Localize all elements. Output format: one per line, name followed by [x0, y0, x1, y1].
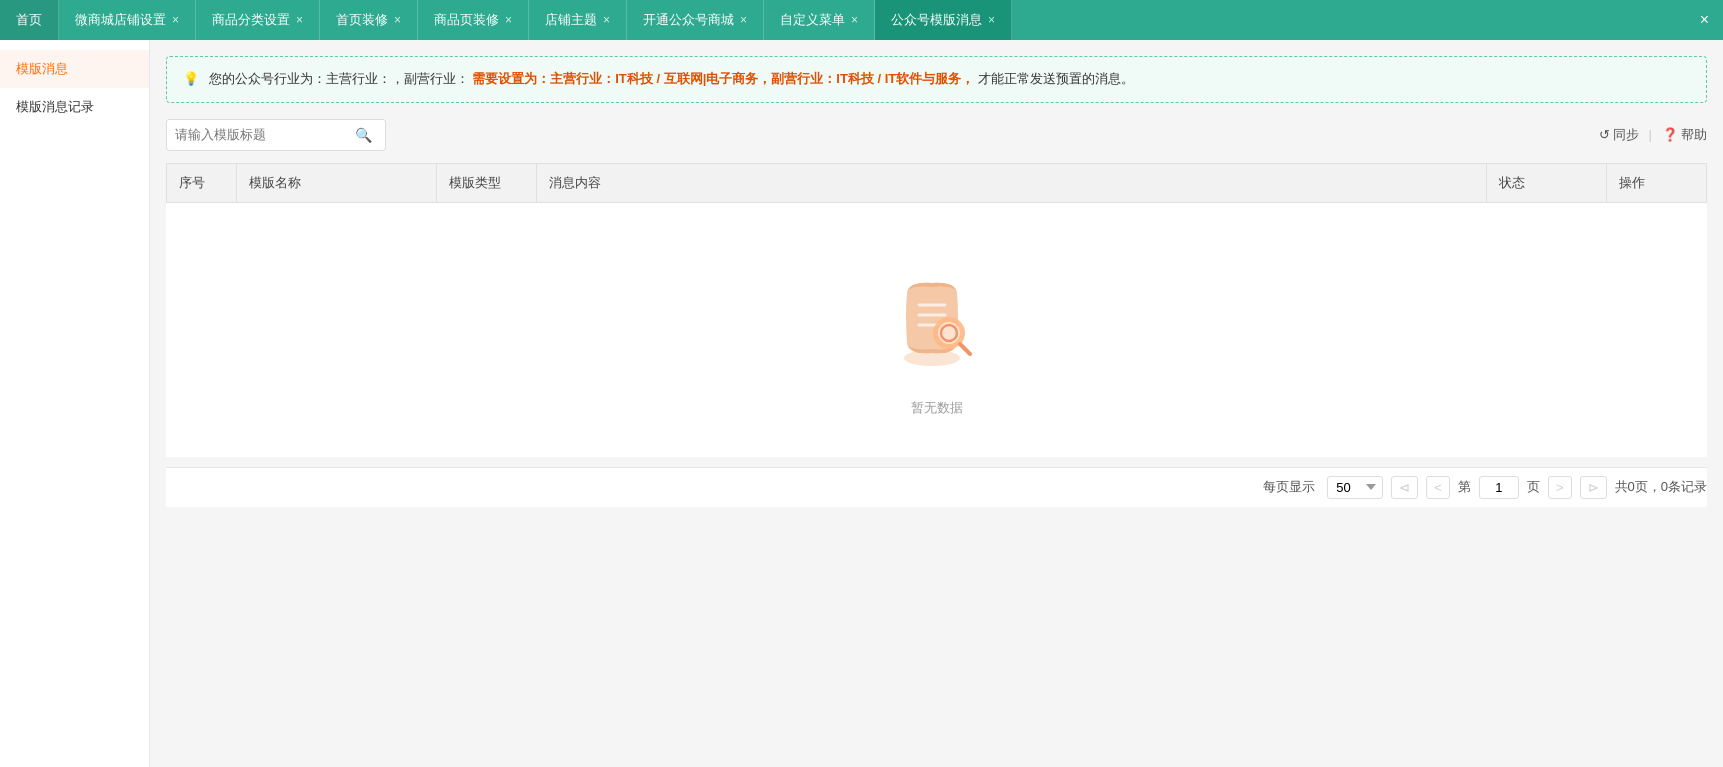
tab-bar: 首页 微商城店铺设置 × 商品分类设置 × 首页装修 × 商品页装修 × 店铺主… — [0, 0, 1723, 40]
notice-box: 💡 您的公众号行业为：主营行业：，副营行业： 需要设置为：主营行业：IT科技 /… — [166, 56, 1707, 103]
empty-text: 暂无数据 — [167, 399, 1707, 417]
search-actions: ↺ 同步 | ❓ 帮助 — [1599, 126, 1707, 144]
notice-suffix: 才能正常发送预置的消息。 — [978, 71, 1134, 86]
per-page-select[interactable]: 50 10 20 100 — [1327, 476, 1383, 499]
tab-template-msg[interactable]: 公众号模版消息 × — [875, 0, 1012, 40]
close-icon[interactable]: × — [394, 13, 401, 27]
col-name: 模版名称 — [237, 163, 437, 202]
tab-label: 公众号模版消息 — [891, 11, 982, 29]
tab-home[interactable]: 首页 — [0, 0, 59, 40]
tab-label: 微商城店铺设置 — [75, 11, 166, 29]
tab-product-decor[interactable]: 商品页装修 × — [418, 0, 529, 40]
col-content: 消息内容 — [537, 163, 1487, 202]
sidebar-item-template-msg[interactable]: 模版消息 — [0, 50, 149, 88]
data-table: 序号 模版名称 模版类型 消息内容 状态 操作 — [166, 163, 1707, 457]
notice-prefix: 您的公众号行业为：主营行业：，副营行业： — [209, 71, 469, 86]
main-layout: 模版消息 模版消息记录 💡 您的公众号行业为：主营行业：，副营行业： 需要设置为… — [0, 40, 1723, 767]
tab-label: 首页 — [16, 11, 42, 29]
col-type: 模版类型 — [437, 163, 537, 202]
close-icon[interactable]: × — [851, 13, 858, 27]
empty-icon — [877, 263, 997, 383]
table-container: 序号 模版名称 模版类型 消息内容 状态 操作 — [166, 163, 1707, 457]
tab-product-category[interactable]: 商品分类设置 × — [196, 0, 320, 40]
per-page-label: 每页显示 — [1263, 478, 1315, 496]
close-icon[interactable]: × — [296, 13, 303, 27]
help-icon: ❓ — [1662, 127, 1678, 142]
search-input[interactable] — [175, 127, 355, 142]
notice-icon: 💡 — [183, 71, 199, 86]
notice-highlight: 需要设置为：主营行业：IT科技 / 互联网|电子商务，副营行业：IT科技 / I… — [472, 71, 974, 86]
sidebar-item-template-record[interactable]: 模版消息记录 — [0, 88, 149, 126]
content-area: 💡 您的公众号行业为：主营行业：，副营行业： 需要设置为：主营行业：IT科技 /… — [150, 40, 1723, 767]
tab-label: 商品分类设置 — [212, 11, 290, 29]
search-input-wrap: 🔍 — [166, 119, 386, 151]
col-action: 操作 — [1607, 163, 1707, 202]
tab-home-decor[interactable]: 首页装修 × — [320, 0, 418, 40]
help-label: 帮助 — [1681, 126, 1707, 144]
tab-store-theme[interactable]: 店铺主题 × — [529, 0, 627, 40]
table-scroll[interactable]: 序号 模版名称 模版类型 消息内容 状态 操作 — [166, 163, 1707, 457]
tab-label: 自定义菜单 — [780, 11, 845, 29]
close-icon[interactable]: × — [988, 13, 995, 27]
close-icon[interactable]: × — [505, 13, 512, 27]
sidebar: 模版消息 模版消息记录 — [0, 40, 150, 767]
first-page-button[interactable]: ⊲ — [1391, 476, 1418, 499]
search-bar: 🔍 ↺ 同步 | ❓ 帮助 — [166, 119, 1707, 151]
last-page-button[interactable]: ⊳ — [1580, 476, 1607, 499]
sync-label: 同步 — [1613, 126, 1639, 144]
search-icon[interactable]: 🔍 — [355, 127, 372, 143]
close-all-button[interactable]: × — [1686, 0, 1723, 40]
close-icon[interactable]: × — [172, 13, 179, 27]
col-seq: 序号 — [167, 163, 237, 202]
tab-label: 店铺主题 — [545, 11, 597, 29]
divider: | — [1649, 127, 1652, 142]
svg-line-6 — [960, 344, 970, 354]
prev-page-button[interactable]: < — [1426, 476, 1450, 499]
next-page-button[interactable]: > — [1548, 476, 1572, 499]
empty-state: 暂无数据 — [167, 203, 1707, 457]
col-status: 状态 — [1487, 163, 1607, 202]
sync-button[interactable]: ↺ 同步 — [1599, 126, 1639, 144]
tab-label: 首页装修 — [336, 11, 388, 29]
tab-label: 开通公众号商城 — [643, 11, 734, 29]
sync-icon: ↺ — [1599, 127, 1610, 142]
close-icon[interactable]: × — [603, 13, 610, 27]
pagination-bar: 每页显示 50 10 20 100 ⊲ < 第 页 > ⊳ 共0页，0条记录 — [166, 467, 1707, 507]
help-button[interactable]: ❓ 帮助 — [1662, 126, 1707, 144]
close-icon[interactable]: × — [740, 13, 747, 27]
page-label: 第 — [1458, 478, 1471, 496]
tab-open-mall[interactable]: 开通公众号商城 × — [627, 0, 764, 40]
page-number-input[interactable] — [1479, 476, 1519, 499]
page-suffix: 页 — [1527, 478, 1540, 496]
total-info: 共0页，0条记录 — [1615, 478, 1707, 496]
tab-wsc-settings[interactable]: 微商城店铺设置 × — [59, 0, 196, 40]
tab-label: 商品页装修 — [434, 11, 499, 29]
tab-custom-menu[interactable]: 自定义菜单 × — [764, 0, 875, 40]
